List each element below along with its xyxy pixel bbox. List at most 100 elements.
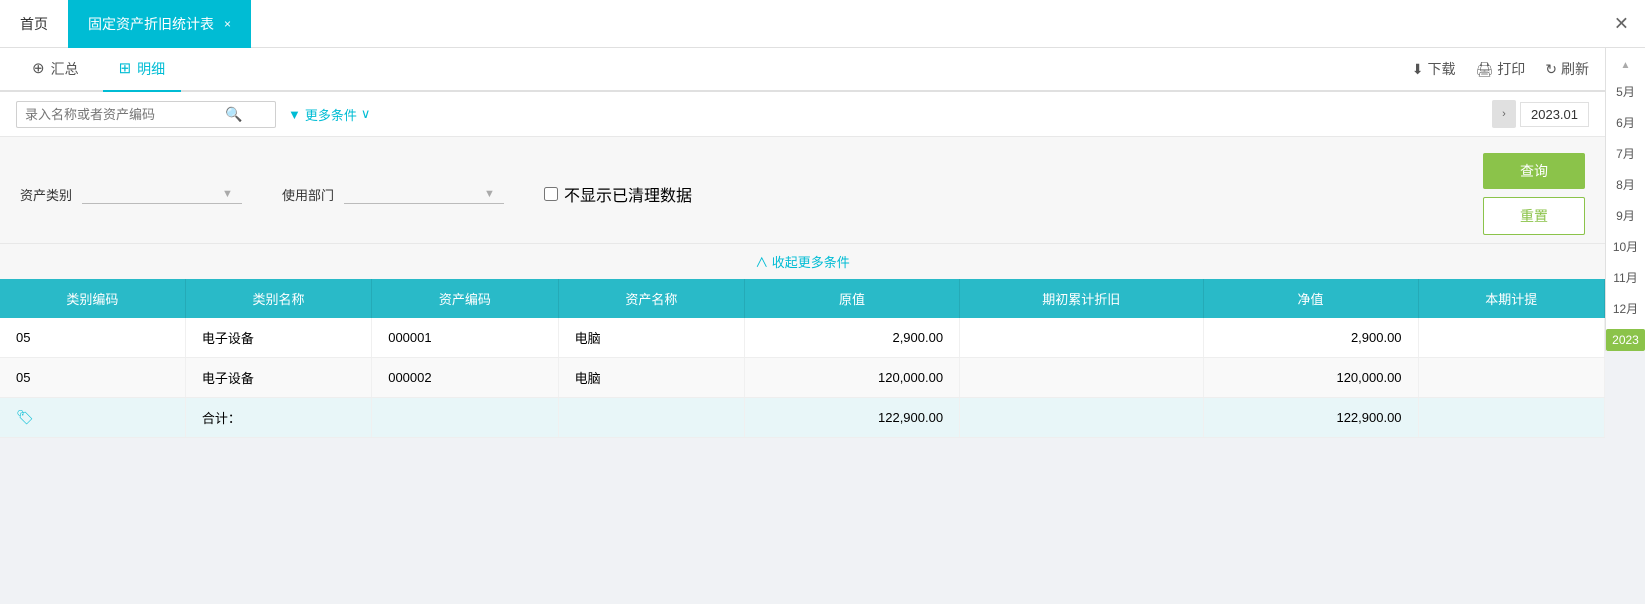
sidebar-month-12[interactable]: 12月 [1606, 294, 1645, 323]
total-current [1418, 398, 1604, 438]
cell-code-1: 05 [0, 318, 185, 358]
top-bar: 首页 固定资产折旧统计表 × ✕ [0, 0, 1645, 48]
more-conditions-button[interactable]: ▼ 更多条件 ∨ [288, 105, 370, 124]
sidebar-toggle-button[interactable]: › [1492, 100, 1516, 128]
table-row: 05 电子设备 000002 电脑 120,000.00 120,000.00 [0, 358, 1605, 398]
reset-button[interactable]: 重置 [1483, 197, 1585, 235]
more-conditions-label: 更多条件 [305, 105, 357, 124]
cell-net-1: 2,900.00 [1203, 318, 1418, 358]
hide-cleared-checkbox[interactable] [544, 187, 558, 201]
tab-label: 固定资产折旧统计表 [88, 0, 214, 48]
total-empty-1 [372, 398, 558, 438]
col-current-deprec: 本期计提 [1418, 279, 1604, 318]
dept-select-wrap: ▼ [344, 184, 504, 204]
main-content: ⊕ 汇总 ⊞ 明细 ⬇ 下载 🖨 打印 ↻ 刷新 [0, 48, 1605, 438]
dept-input[interactable] [344, 184, 484, 203]
sidebar-month-6[interactable]: 6月 [1606, 108, 1645, 137]
tab-detail[interactable]: ⊞ 明细 [103, 48, 182, 92]
col-asset-name: 资产名称 [558, 279, 744, 318]
download-icon: ⬇ [1412, 61, 1424, 78]
total-empty-2 [558, 398, 744, 438]
tab-summary-label: 汇总 [51, 47, 79, 91]
refresh-label: 刷新 [1561, 59, 1589, 79]
hide-cleared-checkbox-item: 不显示已清理数据 [544, 182, 692, 206]
data-table-wrap: 类别编码 类别名称 资产编码 资产名称 原值 期初累计折旧 净值 本期计提 05… [0, 279, 1605, 438]
print-button[interactable]: 🖨 打印 [1475, 59, 1525, 79]
total-icon-cell: 🏷 [0, 398, 185, 438]
asset-category-filter: 资产类别 ▼ [20, 184, 242, 204]
tab-summary[interactable]: ⊕ 汇总 [16, 48, 95, 92]
sidebar-month-9[interactable]: 9月 [1606, 201, 1645, 230]
print-label: 打印 [1497, 59, 1525, 79]
cell-category-1: 电子设备 [185, 318, 371, 358]
asset-category-input[interactable] [82, 184, 222, 203]
table-total-row: 🏷 合计： 122,900.00 122,900.00 [0, 398, 1605, 438]
sub-tabs-bar: ⊕ 汇总 ⊞ 明细 ⬇ 下载 🖨 打印 ↻ 刷新 [0, 48, 1605, 92]
asset-category-dropdown-icon: ▼ [222, 188, 233, 200]
filter-bar: 🔍 ▼ 更多条件 ∨ › 2023.01 [0, 92, 1605, 137]
sidebar-month-7[interactable]: 7月 [1606, 139, 1645, 168]
sidebar-month-11[interactable]: 11月 [1606, 263, 1645, 292]
hide-cleared-label: 不显示已清理数据 [564, 182, 692, 206]
asset-category-label: 资产类别 [20, 185, 72, 204]
cell-net-2: 120,000.00 [1203, 358, 1418, 398]
window-close-icon[interactable]: ✕ [1614, 13, 1629, 34]
col-original-value: 原值 [745, 279, 960, 318]
tab-close-icon[interactable]: × [224, 0, 231, 48]
query-button[interactable]: 查询 [1483, 153, 1585, 189]
cell-original-2: 120,000.00 [745, 358, 960, 398]
advanced-filter: 资产类别 ▼ 使用部门 ▼ 不显示已清理数据 查询 [0, 137, 1605, 244]
asset-category-select-wrap: ▼ [82, 184, 242, 204]
download-button[interactable]: ⬇ 下载 [1412, 59, 1456, 79]
col-category-name: 类别名称 [185, 279, 371, 318]
search-input-wrap: 🔍 [16, 101, 276, 128]
total-original: 122,900.00 [745, 398, 960, 438]
chevron-right-icon: › [1502, 108, 1506, 120]
chevron-down-icon: ∨ [361, 106, 371, 122]
search-input[interactable] [25, 107, 225, 122]
sidebar-month-5[interactable]: 5月 [1606, 77, 1645, 106]
summary-icon: ⊕ [32, 47, 45, 91]
search-icon: 🔍 [225, 106, 242, 123]
total-acc [960, 398, 1203, 438]
total-net: 122,900.00 [1203, 398, 1418, 438]
detail-icon: ⊞ [119, 47, 132, 91]
col-acc-deprec: 期初累计折旧 [960, 279, 1203, 318]
col-asset-code: 资产编码 [372, 279, 558, 318]
filter-icon: ▼ [288, 107, 301, 122]
print-icon: 🖨 [1475, 61, 1493, 78]
col-category-code: 类别编码 [0, 279, 185, 318]
col-net-value: 净值 [1203, 279, 1418, 318]
filter-row: 资产类别 ▼ 使用部门 ▼ 不显示已清理数据 查询 [20, 153, 1585, 235]
cell-category-2: 电子设备 [185, 358, 371, 398]
refresh-button[interactable]: ↻ 刷新 [1545, 59, 1589, 79]
cell-current-2 [1418, 358, 1604, 398]
sidebar-scroll-up[interactable]: ▲ [1621, 56, 1631, 75]
dept-label: 使用部门 [282, 185, 334, 204]
sidebar-month-10[interactable]: 10月 [1606, 232, 1645, 261]
dept-filter: 使用部门 ▼ [282, 184, 504, 204]
tab-home[interactable]: 首页 [0, 0, 68, 48]
cell-acc-1 [960, 318, 1203, 358]
sidebar-year-badge[interactable]: 2023 [1606, 329, 1645, 351]
cell-asset-name-2: 电脑 [558, 358, 744, 398]
right-sidebar: ▲ 5月 6月 7月 8月 9月 10月 11月 12月 2023 [1605, 48, 1645, 351]
refresh-icon: ↻ [1545, 61, 1557, 78]
total-label-cell: 合计： [185, 398, 371, 438]
collapse-button[interactable]: ∧ 收起更多条件 [0, 244, 1605, 279]
table-header-row: 类别编码 类别名称 资产编码 资产名称 原值 期初累计折旧 净值 本期计提 [0, 279, 1605, 318]
sub-tabs-actions: ⬇ 下载 🖨 打印 ↻ 刷新 [1412, 59, 1589, 79]
filter-buttons: 查询 重置 [1483, 153, 1585, 235]
tab-detail-label: 明细 [137, 47, 165, 91]
cell-code-2: 05 [0, 358, 185, 398]
sidebar-month-8[interactable]: 8月 [1606, 170, 1645, 199]
cell-asset-name-1: 电脑 [558, 318, 744, 358]
cell-acc-2 [960, 358, 1203, 398]
tab-fixed-assets[interactable]: 固定资产折旧统计表 × [68, 0, 251, 48]
cell-asset-code-1: 000001 [372, 318, 558, 358]
sub-tabs-left: ⊕ 汇总 ⊞ 明细 [16, 48, 181, 90]
cell-asset-code-2: 000002 [372, 358, 558, 398]
dept-dropdown-icon: ▼ [484, 188, 495, 200]
total-icon: 🏷 [16, 409, 34, 425]
date-badge: 2023.01 [1520, 102, 1589, 127]
